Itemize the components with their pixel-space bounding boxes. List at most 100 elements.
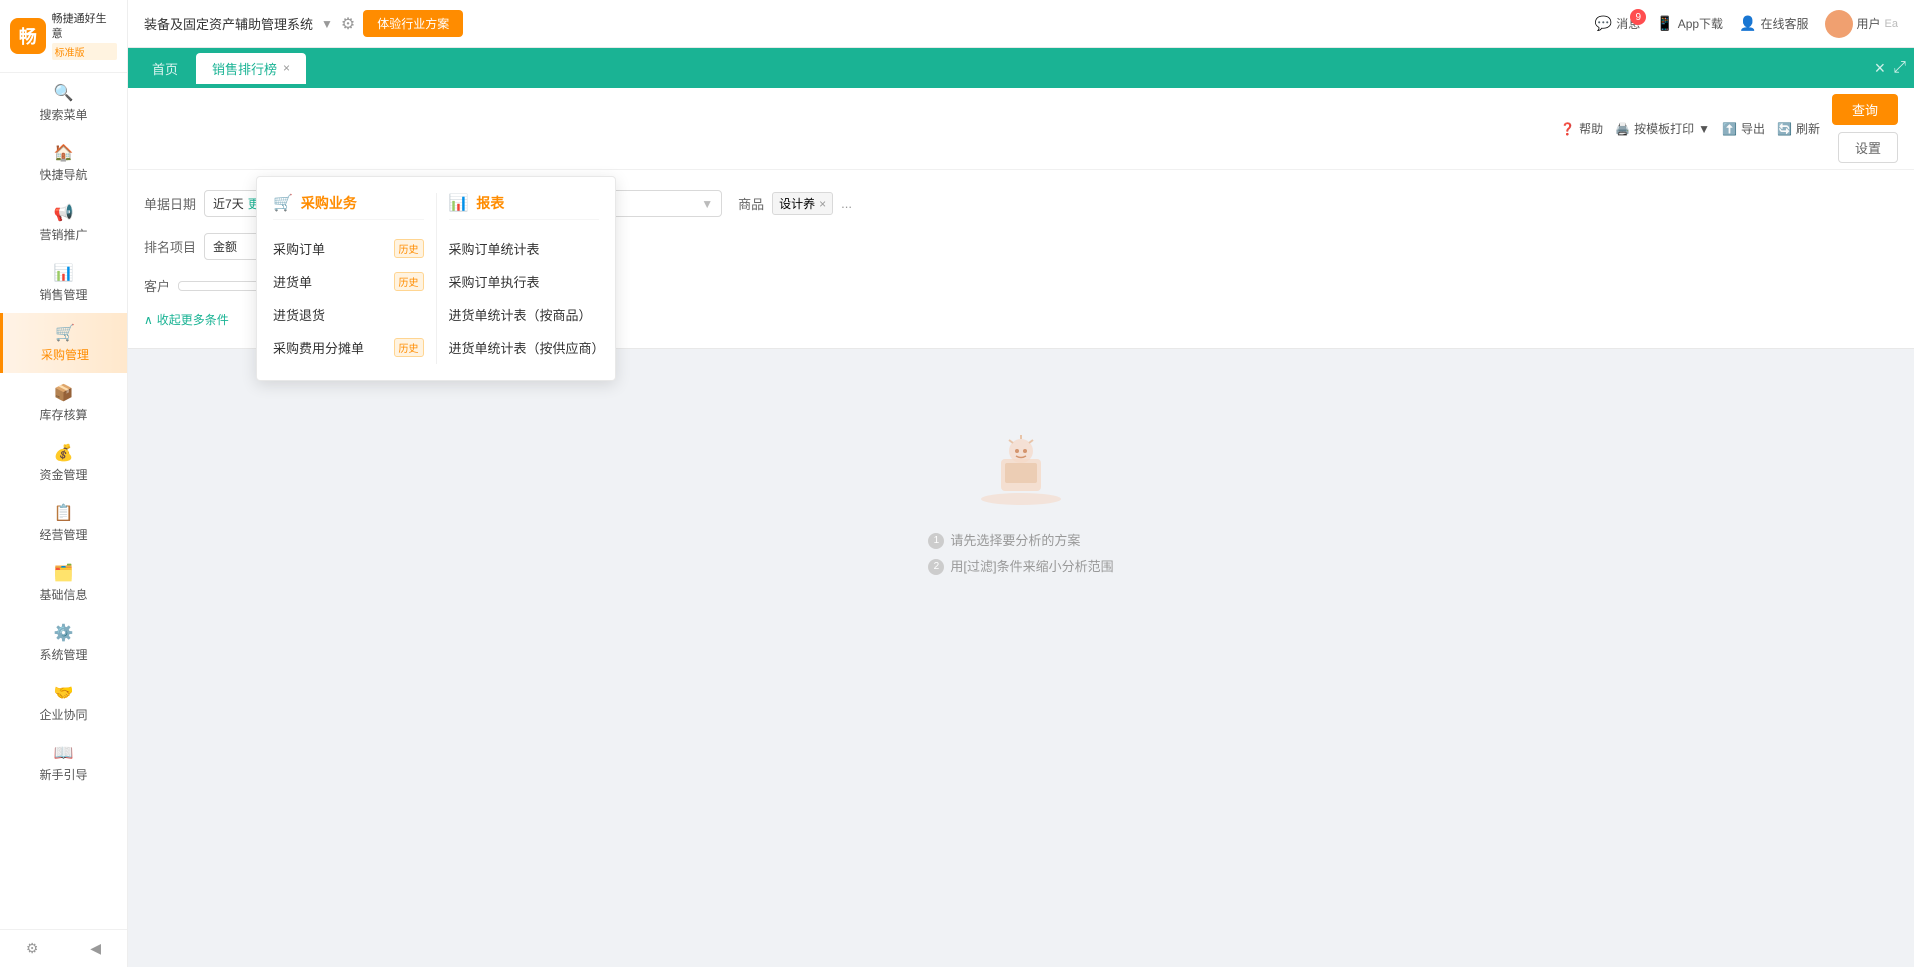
menu-divider: [436, 193, 437, 364]
settings-button[interactable]: 设置: [1838, 132, 1898, 163]
logo-badge: 标准版: [52, 43, 117, 60]
phone-icon: 📱: [1656, 15, 1673, 32]
online-service-label: 在线客服: [1761, 15, 1809, 32]
status-dropdown-icon: ▼: [701, 197, 713, 211]
salesman-filter: 业务员 ...: [439, 237, 1898, 256]
menu-item-stock-return[interactable]: 进货退货: [273, 298, 424, 331]
finance-icon: 💰: [54, 443, 74, 463]
message-action[interactable]: 💬 消息 9: [1595, 15, 1640, 32]
sidebar-label-finance: 资金管理: [39, 466, 87, 483]
home-icon: 🏠: [54, 143, 74, 163]
online-service-action[interactable]: 👤 在线客服: [1739, 15, 1808, 32]
system-title: 装备及固定资产辅助管理系统: [144, 14, 313, 33]
basicinfo-icon: 🗂️: [54, 563, 74, 583]
refresh-icon: 🔄: [1777, 122, 1792, 136]
refresh-label: 刷新: [1796, 120, 1820, 137]
product-tag: 设计养 ×: [772, 192, 833, 215]
sidebar-item-operations[interactable]: 📋 经营管理: [0, 493, 127, 553]
stock-in-stat-product-label: 进货单统计表（按商品）: [449, 305, 600, 324]
sidebar-item-purchase[interactable]: 🛒 采购管理: [0, 313, 127, 373]
tab-sales-rank[interactable]: 销售排行榜 ×: [196, 53, 306, 84]
purchase-col-title-label: 采购业务: [301, 193, 357, 213]
menu-item-stock-in-stat-supplier[interactable]: 进货单统计表（按供应商）: [449, 331, 600, 364]
sidebar-item-sales[interactable]: 📊 销售管理: [0, 253, 127, 313]
message-icon: 💬: [1595, 15, 1612, 32]
refresh-btn[interactable]: 🔄 刷新: [1777, 120, 1820, 137]
window-close-btn[interactable]: ×: [1875, 58, 1886, 79]
date-label: 单据日期: [144, 194, 196, 213]
search-icon: 🔍: [54, 83, 74, 103]
rank-label: 排名项目: [144, 237, 196, 256]
sidebar-item-system[interactable]: ⚙️ 系统管理: [0, 613, 127, 673]
sys-settings-btn[interactable]: ⚙: [341, 14, 355, 34]
user-action[interactable]: 用户 Ea: [1825, 10, 1898, 38]
sidebar-item-newguide[interactable]: 📖 新手引导: [0, 733, 127, 793]
purchase-col-title: 🛒 采购业务: [273, 193, 424, 220]
sidebar-label-purchase: 采购管理: [41, 346, 89, 363]
sidebar-collapse-btn[interactable]: ◀: [90, 940, 101, 957]
sidebar-item-search[interactable]: 🔍 搜索菜单: [0, 73, 127, 133]
report-menu-icon: 📊: [449, 193, 469, 213]
sidebar-label-quicknav: 快捷导航: [39, 166, 87, 183]
sales-icon: 📊: [54, 263, 74, 283]
fullscreen-btn[interactable]: ⤢: [1893, 59, 1906, 77]
export-btn[interactable]: ⬆️ 导出: [1722, 120, 1765, 137]
sidebar-item-inventory[interactable]: 📦 库存核算: [0, 373, 127, 433]
customer-label: 客户: [144, 276, 170, 295]
print-template-btn[interactable]: 🖨️ 按模板打印 ▼: [1615, 120, 1710, 137]
sidebar-label-corp: 企业协同: [39, 706, 87, 723]
hint-text-2: 用[过滤]条件来缩小分析范围: [950, 554, 1113, 580]
avatar-image: [1825, 10, 1853, 38]
topbar-right: 💬 消息 9 📱 App下载 👤 在线客服 用户 Ea: [1595, 10, 1898, 38]
sidebar-bottom: ⚙ ◀: [0, 929, 127, 967]
empty-illustration: [971, 429, 1071, 509]
tab-close-icon[interactable]: ×: [283, 61, 290, 75]
user-label: 用户: [1857, 15, 1881, 32]
tab-home-label: 首页: [152, 62, 178, 77]
system-icon: ⚙️: [54, 623, 74, 643]
tab-home[interactable]: 首页: [136, 53, 194, 84]
app-download-label: App下载: [1678, 15, 1723, 32]
sidebar-item-basicinfo[interactable]: 🗂️ 基础信息: [0, 553, 127, 613]
sidebar: 畅 畅捷通好生意 标准版 🔍 搜索菜单 🏠 快捷导航 📢 营销推广 📊 销售管理…: [0, 0, 128, 967]
purchase-expense-hist: 历史: [394, 338, 424, 357]
date-preset: 近7天: [213, 195, 244, 212]
print-icon: 🖨️: [1615, 122, 1630, 136]
main-area: 装备及固定资产辅助管理系统 ▼ ⚙ 体验行业方案 💬 消息 9 📱 App下载 …: [128, 0, 1914, 967]
product-label: 商品: [738, 194, 764, 213]
purchase-icon: 🛒: [55, 323, 75, 343]
service-icon: 👤: [1739, 15, 1756, 32]
product-dots[interactable]: ...: [841, 196, 852, 211]
menu-item-purchase-order-exec[interactable]: 采购订单执行表: [449, 265, 600, 298]
export-label: 导出: [1741, 120, 1765, 137]
message-badge: 9: [1630, 9, 1646, 25]
export-icon: ⬆️: [1722, 122, 1737, 136]
menu-item-stock-in[interactable]: 进货单 历史: [273, 265, 424, 298]
sidebar-settings-btn[interactable]: ⚙: [26, 940, 39, 957]
purchase-order-label: 采购订单: [273, 239, 388, 258]
industry-button[interactable]: 体验行业方案: [363, 10, 463, 37]
menu-item-purchase-order-stat[interactable]: 采购订单统计表: [449, 232, 600, 265]
app-download-action[interactable]: 📱 App下载: [1656, 15, 1723, 32]
sidebar-label-sales: 销售管理: [39, 286, 87, 303]
topbar: 装备及固定资产辅助管理系统 ▼ ⚙ 体验行业方案 💬 消息 9 📱 App下载 …: [128, 0, 1914, 48]
report-col-title: 📊 报表: [449, 193, 600, 220]
purchase-col: 🛒 采购业务 采购订单 历史 进货单 历史 进货退货 采购费用分摊单 历史: [273, 193, 424, 364]
sidebar-item-corp[interactable]: 🤝 企业协同: [0, 673, 127, 733]
query-button[interactable]: 查询: [1832, 94, 1898, 125]
corp-icon: 🤝: [54, 683, 74, 703]
menu-item-purchase-expense[interactable]: 采购费用分摊单 历史: [273, 331, 424, 364]
product-tag-close[interactable]: ×: [819, 197, 826, 211]
sidebar-item-finance[interactable]: 💰 资金管理: [0, 433, 127, 493]
marketing-icon: 📢: [54, 203, 74, 223]
menu-item-purchase-order[interactable]: 采购订单 历史: [273, 232, 424, 265]
sidebar-item-quicknav[interactable]: 🏠 快捷导航: [0, 133, 127, 193]
sys-dropdown-btn[interactable]: ▼: [321, 17, 333, 31]
help-btn[interactable]: ❓ 帮助: [1560, 120, 1603, 137]
purchase-expense-label: 采购费用分摊单: [273, 338, 388, 357]
sidebar-item-marketing[interactable]: 📢 营销推广: [0, 193, 127, 253]
menu-item-stock-in-stat-product[interactable]: 进货单统计表（按商品）: [449, 298, 600, 331]
sidebar-label-marketing: 营销推广: [39, 226, 87, 243]
stock-return-label: 进货退货: [273, 305, 424, 324]
stock-in-stat-supplier-label: 进货单统计表（按供应商）: [449, 338, 600, 357]
